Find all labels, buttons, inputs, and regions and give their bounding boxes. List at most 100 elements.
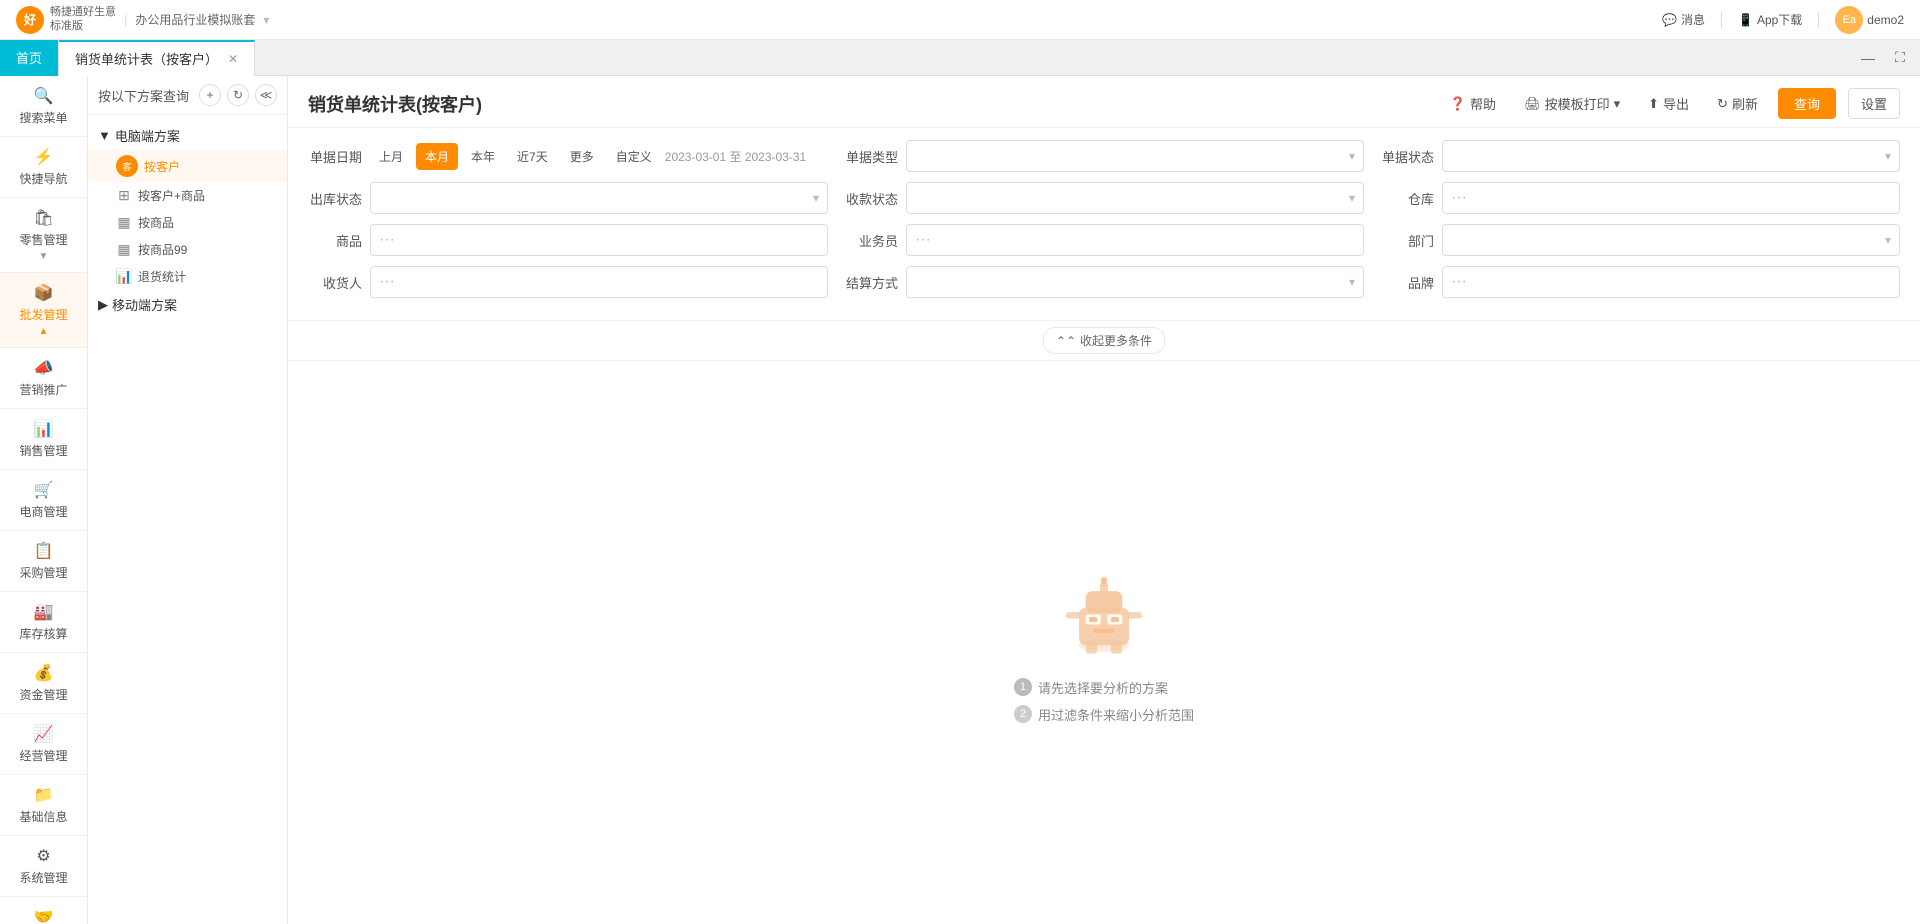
tab-minimize-btn[interactable]: — <box>1856 46 1880 70</box>
main-layout: 🔍 搜索菜单 ⚡ 快捷导航 🛍 零售管理 ▼ 📦 批发管理 ▲ 📣 营销推广 📊… <box>0 76 1920 924</box>
sidebar-item-finance[interactable]: 💰 资金管理 <box>0 653 87 714</box>
settlement-arrow: ▾ <box>1349 275 1355 289</box>
avatar: Ea <box>1835 6 1863 34</box>
filter-row2: 出库状态 ▾ 收款状态 ▾ 仓库 ··· <box>308 182 1900 214</box>
settings-btn[interactable]: 设置 <box>1848 88 1900 119</box>
app-subtitle: 标准版 <box>50 20 116 33</box>
brand-label: 品牌 <box>1380 273 1434 292</box>
collapse-row: ⌃⌃ 收起更多条件 <box>288 321 1920 361</box>
header-divider2 <box>1818 12 1819 28</box>
sidebar-item-quick-nav[interactable]: ⚡ 快捷导航 <box>0 137 87 198</box>
tab-maximize-btn[interactable]: ⛶ <box>1888 46 1912 70</box>
query-btn[interactable]: 查询 <box>1778 88 1836 119</box>
industry-label: 办公用品行业模拟账套 <box>135 11 255 28</box>
filter-doc-status-field: 单据状态 ▾ <box>1380 140 1900 172</box>
user-name: demo2 <box>1867 13 1904 27</box>
sidebar-item-marketing[interactable]: 📣 营销推广 <box>0 348 87 409</box>
tree-item-by-customer[interactable]: 客 按客户 <box>88 150 287 182</box>
salesperson-select[interactable]: ··· <box>906 224 1364 256</box>
sidebar-item-sales[interactable]: 📊 销售管理 <box>0 409 87 470</box>
page-actions: ❓ 帮助 🖨 按模板打印 ▾ ⬆ 导出 ↻ 刷新 查询 <box>1442 88 1900 119</box>
filter-goods-field: 商品 ··· <box>308 224 828 256</box>
date-shortcut-7days[interactable]: 近7天 <box>508 143 557 170</box>
sidebar-item-ecommerce[interactable]: 🛒 电商管理 <box>0 470 87 531</box>
template-print-btn[interactable]: 🖨 按模板打印 ▾ <box>1516 90 1628 117</box>
date-label: 单据日期 <box>308 147 362 166</box>
collect-status-arrow: ▾ <box>1349 191 1355 205</box>
sidebar-item-retail-label: 零售管理 <box>19 231 67 248</box>
settlement-select[interactable]: ▾ <box>906 266 1364 298</box>
tip1-text: 请先选择要分析的方案 <box>1038 678 1168 697</box>
user-area[interactable]: Ea demo2 <box>1835 6 1904 34</box>
tab-close-icon[interactable]: ✕ <box>228 52 238 66</box>
retail-arrow: ▼ <box>39 251 49 262</box>
tree-item-by-goods[interactable]: ▦ 按商品 <box>88 209 287 236</box>
tree-item-return-stats[interactable]: 📊 退货统计 <box>88 263 287 290</box>
collect-status-select[interactable]: ▾ <box>906 182 1364 214</box>
date-shortcut-more[interactable]: 更多 <box>561 143 603 170</box>
doc-status-select[interactable]: ▾ <box>1442 140 1900 172</box>
filter-row1: 单据日期 上月 本月 本年 近7天 更多 自定义 2023-03-01 至 20… <box>308 140 1900 172</box>
app-download-icon: 📱 <box>1738 13 1753 27</box>
sidebar-item-basic[interactable]: 📁 基础信息 <box>0 775 87 836</box>
consignee-select[interactable]: ··· <box>370 266 828 298</box>
sidebar-item-purchase[interactable]: 📋 采购管理 <box>0 531 87 592</box>
goods-select[interactable]: ··· <box>370 224 828 256</box>
stock-status-select[interactable]: ▾ <box>370 182 828 214</box>
doc-type-select[interactable]: ▾ <box>906 140 1364 172</box>
date-shortcut-custom[interactable]: 自定义 <box>607 143 661 170</box>
message-btn[interactable]: 💬 消息 <box>1662 11 1705 28</box>
brand-select[interactable]: ··· <box>1442 266 1900 298</box>
purchase-icon: 📋 <box>34 541 54 561</box>
tree-item-by-goods-99[interactable]: ▦ 按商品99 <box>88 236 287 263</box>
dept-select[interactable]: ▾ <box>1442 224 1900 256</box>
quick-nav-icon: ⚡ <box>34 147 54 167</box>
sidebar-item-operation[interactable]: 📈 经营管理 <box>0 714 87 775</box>
brand-dots: ··· <box>1451 273 1467 291</box>
app-download-btn[interactable]: 📱 App下载 <box>1738 11 1802 28</box>
stock-status-label: 出库状态 <box>308 189 362 208</box>
warehouse-select[interactable]: ··· <box>1442 182 1900 214</box>
by-goods-99-icon: ▦ <box>116 242 132 258</box>
mobile-group-header[interactable]: ▶ 移动端方案 <box>88 290 287 319</box>
desktop-group-header[interactable]: ▼ 电脑端方案 <box>88 121 287 150</box>
date-shortcut-last-month[interactable]: 上月 <box>370 143 412 170</box>
left-panel: 按以下方案查询 + ↻ ≪ ▼ 电脑端方案 客 按客户 ⊞ 按客户+商品 ▦ <box>88 76 288 924</box>
avatar-initials: Ea <box>1843 14 1856 26</box>
empty-tip1: 1 请先选择要分析的方案 <box>1014 678 1194 697</box>
template-print-icon: 🖨 <box>1524 96 1541 112</box>
date-range-text: 2023-03-01 至 2023-03-31 <box>665 148 806 165</box>
doc-type-label: 单据类型 <box>844 147 898 166</box>
add-scheme-btn[interactable]: + <box>199 84 221 106</box>
message-label: 消息 <box>1681 11 1705 28</box>
sidebar-item-search-menu[interactable]: 🔍 搜索菜单 <box>0 76 87 137</box>
by-customer-icon: 客 <box>116 155 138 177</box>
filter-consignee-field: 收货人 ··· <box>308 266 828 298</box>
tree-item-by-customer-goods[interactable]: ⊞ 按客户+商品 <box>88 182 287 209</box>
sidebar-item-retail[interactable]: 🛍 零售管理 ▼ <box>0 198 87 273</box>
tab-sales-stats[interactable]: 销货单统计表（按客户） ✕ <box>59 40 255 76</box>
sidebar-item-system[interactable]: ⚙ 系统管理 <box>0 836 87 897</box>
sidebar-item-sales-label: 销售管理 <box>19 442 67 459</box>
help-btn[interactable]: ❓ 帮助 <box>1442 90 1504 117</box>
app-download-label: App下载 <box>1757 11 1802 28</box>
empty-state: 1 请先选择要分析的方案 2 用过滤条件来缩小分析范围 <box>288 361 1920 924</box>
empty-illustration <box>1054 562 1154 662</box>
date-shortcut-this-month[interactable]: 本月 <box>416 143 458 170</box>
sidebar-item-wholesale-label: 批发管理 <box>19 306 67 323</box>
refresh-btn[interactable]: ↻ 刷新 <box>1709 90 1766 117</box>
dept-label: 部门 <box>1380 231 1434 250</box>
collapse-btn[interactable]: ⌃⌃ 收起更多条件 <box>1043 327 1165 354</box>
date-shortcut-this-year[interactable]: 本年 <box>462 143 504 170</box>
marketing-icon: 📣 <box>34 358 54 378</box>
query-label: 查询 <box>1794 94 1820 113</box>
tab-home-label: 首页 <box>16 48 42 67</box>
tab-home[interactable]: 首页 <box>0 40 59 76</box>
refresh-scheme-btn[interactable]: ↻ <box>227 84 249 106</box>
sidebar-item-inventory[interactable]: 🏭 库存核算 <box>0 592 87 653</box>
sidebar-item-enterprise[interactable]: 🤝 企业协同 <box>0 897 87 924</box>
desktop-group-label: 电脑端方案 <box>115 126 180 145</box>
collapse-panel-btn[interactable]: ≪ <box>255 84 277 106</box>
sidebar-item-wholesale[interactable]: 📦 批发管理 ▲ <box>0 273 87 348</box>
export-btn[interactable]: ⬆ 导出 <box>1640 90 1697 117</box>
